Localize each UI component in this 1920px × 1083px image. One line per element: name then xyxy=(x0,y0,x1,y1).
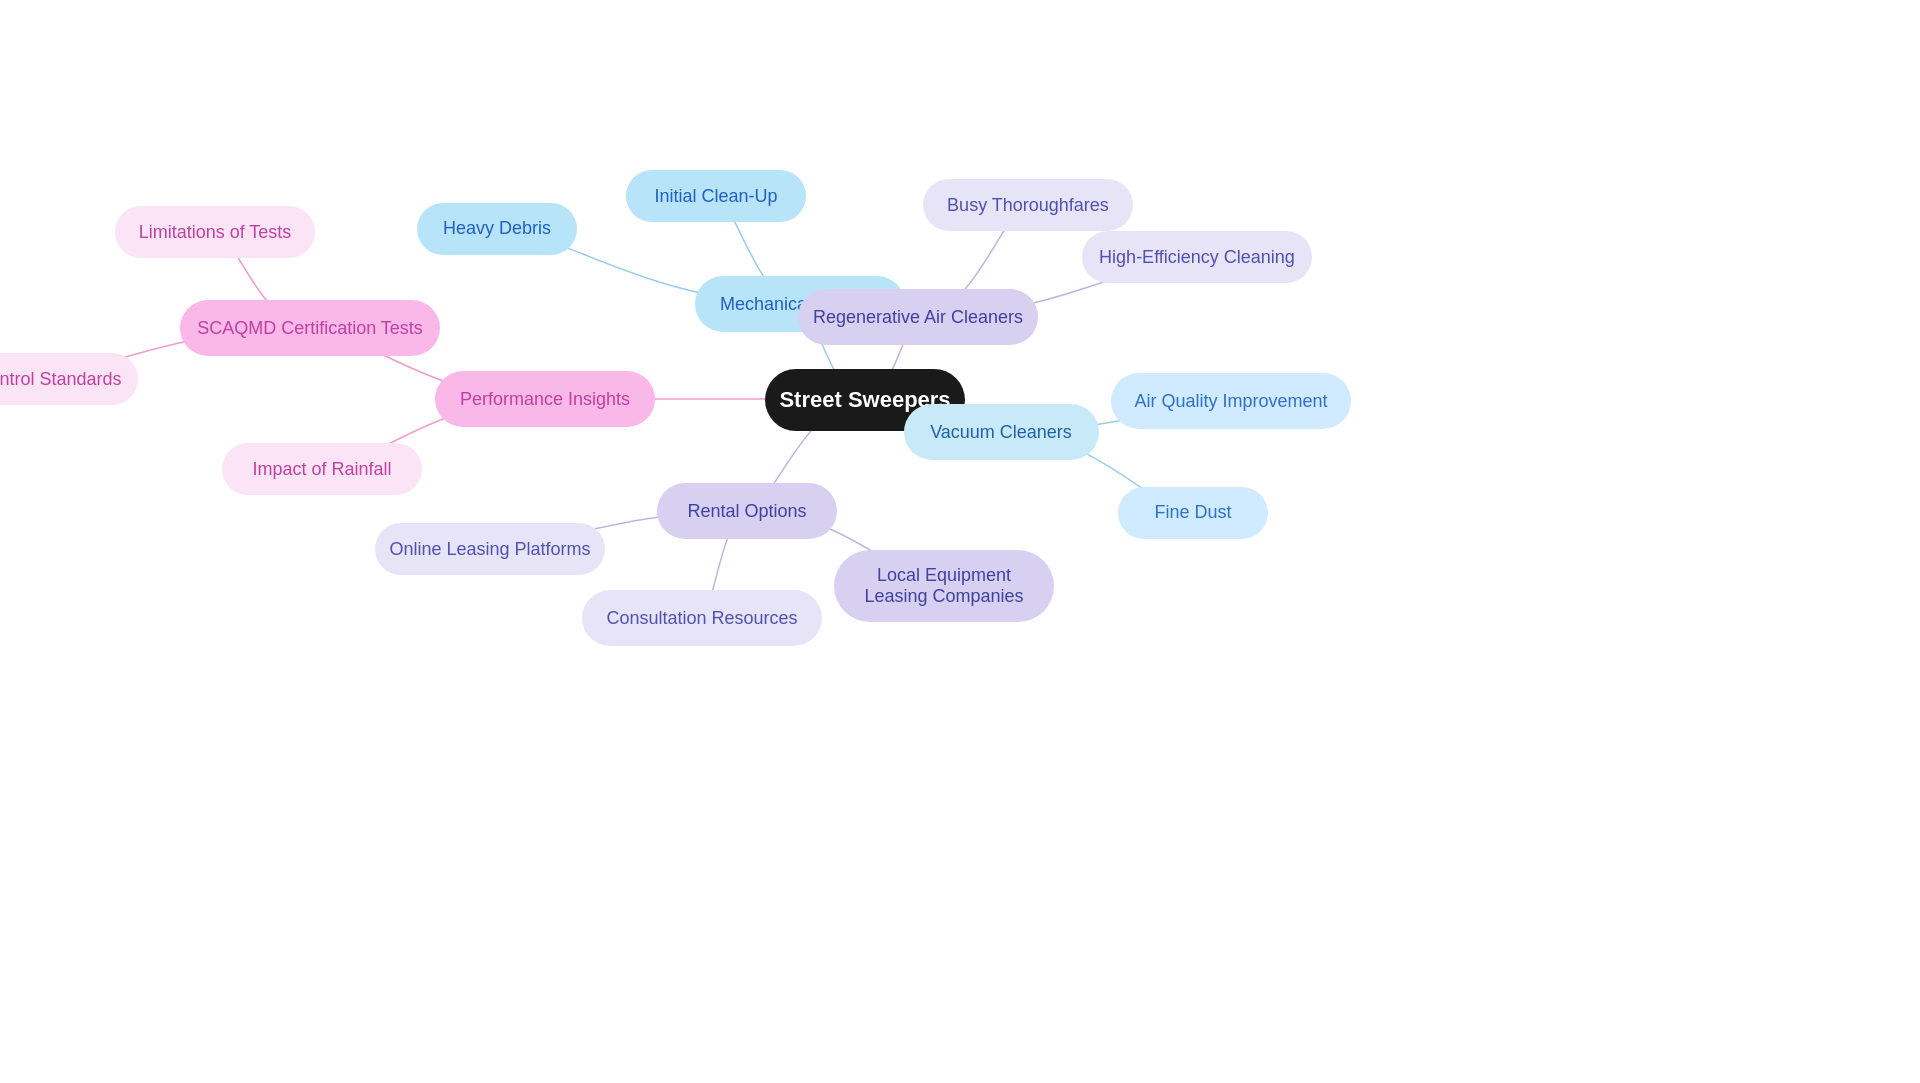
node-local-equipment[interactable]: Local Equipment Leasing Companies xyxy=(834,550,1054,622)
node-impact-rainfall[interactable]: Impact of Rainfall xyxy=(222,443,422,495)
node-fine-dust[interactable]: Fine Dust xyxy=(1118,487,1268,539)
node-performance-insights[interactable]: Performance Insights xyxy=(435,371,655,427)
node-initial-cleanup[interactable]: Initial Clean-Up xyxy=(626,170,806,222)
mindmap-container: Street SweepersMechanical DevicesInitial… xyxy=(0,0,1920,1083)
node-vacuum-cleaners[interactable]: Vacuum Cleaners xyxy=(904,404,1099,460)
node-heavy-debris[interactable]: Heavy Debris xyxy=(417,203,577,255)
connections-svg xyxy=(0,0,1920,1083)
node-rental-options[interactable]: Rental Options xyxy=(657,483,837,539)
node-high-efficiency[interactable]: High-Efficiency Cleaning xyxy=(1082,231,1312,283)
node-limitations-tests[interactable]: Limitations of Tests xyxy=(115,206,315,258)
node-scaqmd-tests[interactable]: SCAQMD Certification Tests xyxy=(180,300,440,356)
node-dust-control[interactable]: Dust Control Standards xyxy=(0,353,138,405)
node-air-quality[interactable]: Air Quality Improvement xyxy=(1111,373,1351,429)
node-online-leasing[interactable]: Online Leasing Platforms xyxy=(375,523,605,575)
node-busy-thoroughfares[interactable]: Busy Thoroughfares xyxy=(923,179,1133,231)
node-regenerative-air[interactable]: Regenerative Air Cleaners xyxy=(798,289,1038,345)
node-consultation-resources[interactable]: Consultation Resources xyxy=(582,590,822,646)
